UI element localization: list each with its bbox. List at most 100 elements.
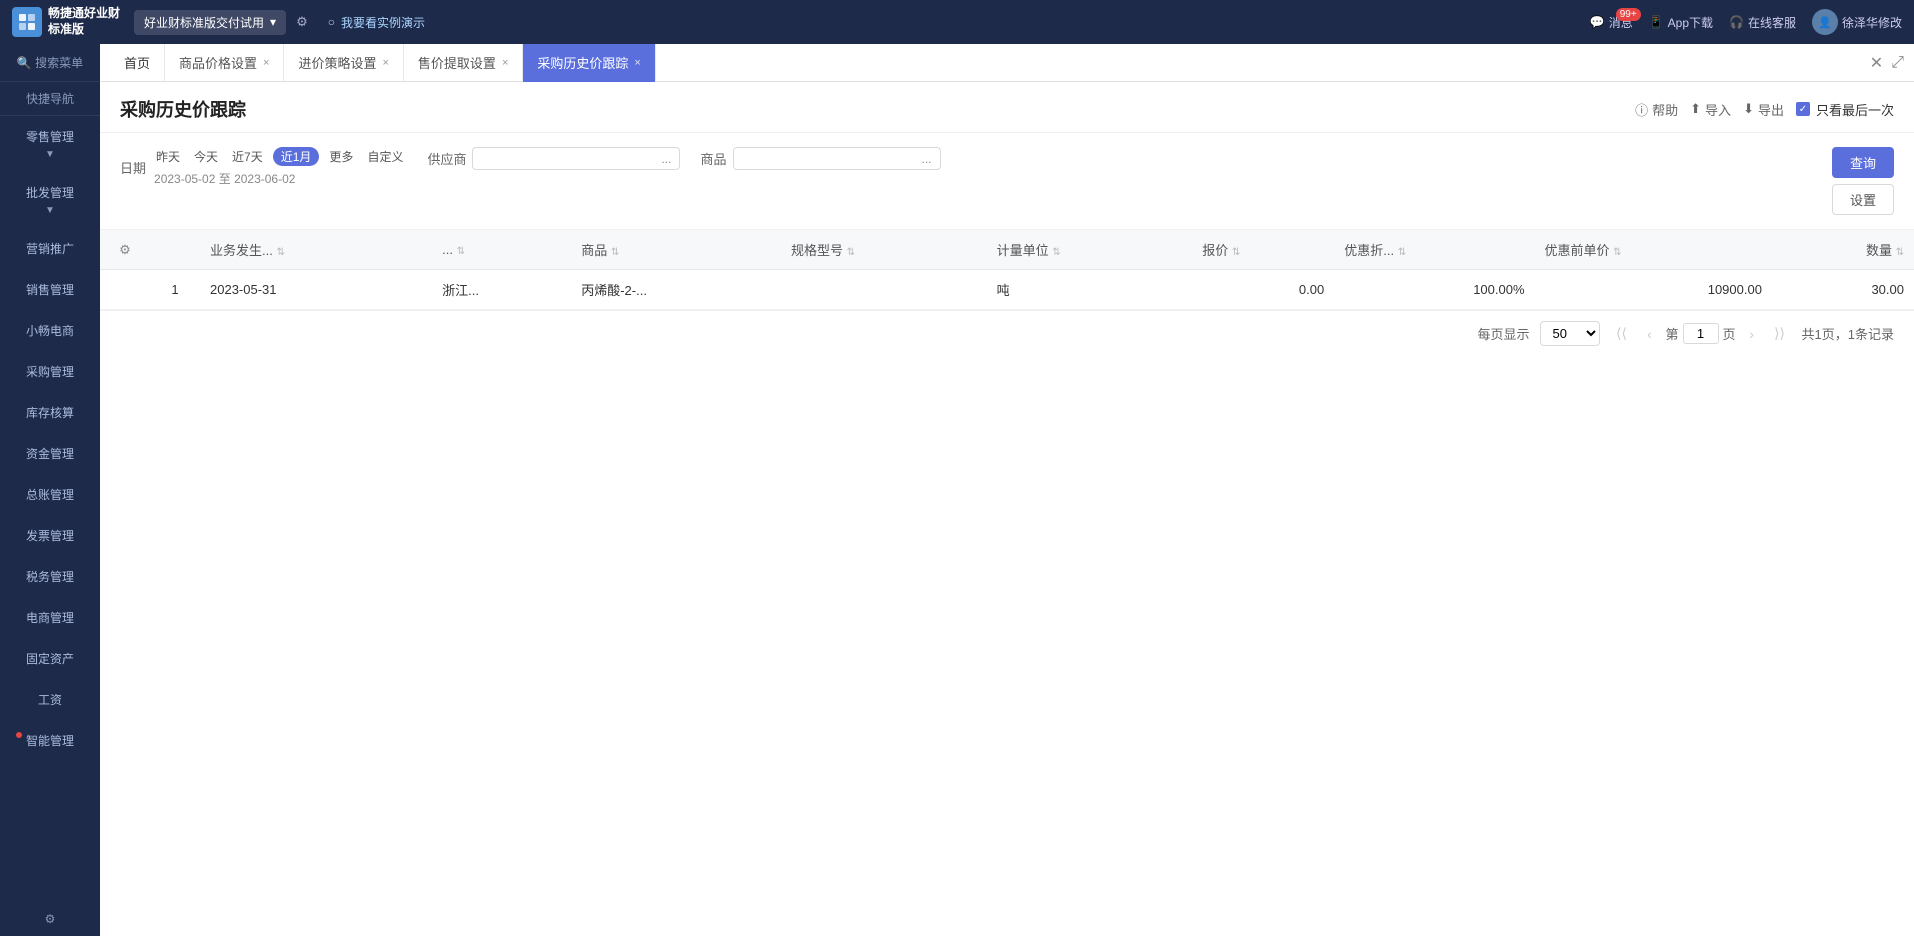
query-btn[interactable]: 查询 bbox=[1832, 147, 1894, 178]
only-last-checkbox[interactable]: ✓ 只看最后一次 bbox=[1796, 100, 1894, 119]
import-btn[interactable]: ⬆ 导入 bbox=[1690, 100, 1731, 119]
demo-btn[interactable]: ○ 我要看实例演示 bbox=[328, 14, 425, 31]
sidebar-item-smart[interactable]: 智能管理 bbox=[0, 720, 100, 761]
filter-settings-btn[interactable]: 设置 bbox=[1832, 184, 1894, 215]
export-btn[interactable]: ⬇ 导出 bbox=[1743, 100, 1784, 119]
topbar-settings-btn[interactable]: ⚙ bbox=[296, 14, 308, 30]
sidebar-item-label: 营销推广 bbox=[26, 240, 74, 257]
user-menu-btn[interactable]: 👤 徐泽华修改 bbox=[1812, 9, 1902, 35]
date-btn-1month[interactable]: 近1月 bbox=[273, 147, 320, 166]
per-page-select[interactable]: 50 10 20 100 bbox=[1540, 321, 1600, 346]
total-info: 共1页，1条记录 bbox=[1802, 324, 1894, 343]
page-actions: ⓘ 帮助 ⬆ 导入 ⬇ 导出 ✓ 只看最后一次 bbox=[1635, 100, 1894, 119]
product-more-btn[interactable]: ... bbox=[922, 152, 932, 166]
date-btn-7days[interactable]: 近7天 bbox=[228, 147, 267, 166]
online-service-btn[interactable]: 🎧 在线客服 bbox=[1729, 14, 1796, 31]
help-btn[interactable]: ⓘ 帮助 bbox=[1635, 100, 1678, 119]
col-spec[interactable]: 规格型号 ⇅ bbox=[781, 230, 987, 270]
sidebar-item-sales[interactable]: 销售管理 bbox=[0, 269, 100, 310]
supplier-input-wrap: ... bbox=[472, 147, 680, 170]
search-icon: 🔍 bbox=[17, 56, 32, 70]
page-next-btn[interactable]: › bbox=[1740, 322, 1764, 346]
version-selector[interactable]: 好业财标准版交付试用 ▾ bbox=[134, 10, 286, 35]
table-row[interactable]: 12023-05-31浙江...丙烯酸-2-...吨0.00100.00%109… bbox=[100, 270, 1914, 310]
sidebar-item-invoice[interactable]: 发票管理 bbox=[0, 515, 100, 556]
cell-spec bbox=[781, 270, 987, 310]
tab-close-btn[interactable]: × bbox=[634, 57, 640, 69]
tab-close-btn[interactable]: × bbox=[382, 57, 388, 69]
date-quick-btns: 昨天 今天 近7天 近1月 更多 自定义 bbox=[152, 147, 407, 166]
tab-close-btn[interactable]: × bbox=[502, 57, 508, 69]
tab-selling_price[interactable]: 售价提取设置× bbox=[404, 44, 523, 82]
col-quantity[interactable]: 数量 ⇅ bbox=[1772, 230, 1914, 270]
tab-purchase_history[interactable]: 采购历史价跟踪× bbox=[523, 44, 655, 82]
sidebar-item-marketing[interactable]: 营销推广 bbox=[0, 228, 100, 269]
gear-col-icon[interactable]: ⚙ bbox=[119, 242, 131, 257]
sidebar-item-retail[interactable]: 零售管理▼ bbox=[0, 116, 100, 172]
sidebar-item-label: 批发管理 bbox=[26, 184, 74, 201]
col-unit[interactable]: 计量单位 ⇅ bbox=[987, 230, 1193, 270]
tab-close-btn[interactable]: × bbox=[263, 57, 269, 69]
page-number-input[interactable] bbox=[1683, 323, 1719, 344]
col-gear: ⚙ bbox=[100, 230, 150, 270]
app-download-btn[interactable]: 📱 App下载 bbox=[1649, 14, 1713, 31]
col-quote[interactable]: 报价 ⇅ bbox=[1192, 230, 1334, 270]
tab-label: 首页 bbox=[124, 53, 150, 72]
sidebar-item-wholesale[interactable]: 批发管理▼ bbox=[0, 172, 100, 228]
cell-quote: 0.00 bbox=[1192, 270, 1334, 310]
notification-dot bbox=[16, 732, 22, 738]
sidebar-item-inventory[interactable]: 库存核算 bbox=[0, 392, 100, 433]
sidebar-item-purchase[interactable]: 采购管理 bbox=[0, 351, 100, 392]
sidebar-item-fixed_assets[interactable]: 固定资产 bbox=[0, 638, 100, 679]
message-icon: 💬 bbox=[1590, 15, 1605, 29]
sidebar-item-general_ledger[interactable]: 总账管理 bbox=[0, 474, 100, 515]
col-date[interactable]: 业务发生... ⇅ bbox=[200, 230, 432, 270]
sidebar-item-ecommerce_small[interactable]: 小畅电商 bbox=[0, 310, 100, 351]
col-more[interactable]: ... ⇅ bbox=[432, 230, 571, 270]
sidebar-item-salary[interactable]: 工资 bbox=[0, 679, 100, 720]
tab-home[interactable]: 首页 bbox=[110, 44, 165, 82]
export-icon: ⬇ bbox=[1743, 101, 1754, 117]
sidebar-quick-nav[interactable]: 快捷导航 bbox=[0, 82, 100, 116]
date-btn-custom[interactable]: 自定义 bbox=[363, 147, 407, 166]
supplier-more-btn[interactable]: ... bbox=[661, 152, 671, 166]
sidebar-item-tax[interactable]: 税务管理 bbox=[0, 556, 100, 597]
supplier-input[interactable] bbox=[481, 151, 657, 166]
supplier-label: 供应商 bbox=[427, 149, 466, 168]
product-input[interactable] bbox=[742, 151, 918, 166]
sidebar-item-label: 库存核算 bbox=[26, 404, 74, 421]
cell-gear bbox=[100, 270, 150, 310]
help-icon: ⓘ bbox=[1635, 100, 1648, 119]
expand-tab-btn[interactable]: ⤢ bbox=[1891, 54, 1904, 72]
page-first-btn[interactable]: ⟨⟨ bbox=[1610, 322, 1634, 346]
col-product[interactable]: 商品 ⇅ bbox=[571, 230, 781, 270]
demo-icon: ○ bbox=[328, 15, 335, 29]
avatar: 👤 bbox=[1812, 9, 1838, 35]
cell-supplier: 浙江... bbox=[432, 270, 571, 310]
sidebar-item-label: 电商管理 bbox=[26, 609, 74, 626]
col-pre-discount-price[interactable]: 优惠前单价 ⇅ bbox=[1535, 230, 1772, 270]
messages-btn[interactable]: 💬 消息 99+ bbox=[1590, 14, 1633, 31]
sidebar-item-ecommerce[interactable]: 电商管理 bbox=[0, 597, 100, 638]
gear-icon: ⚙ bbox=[45, 912, 56, 926]
sidebar: 🔍 搜索菜单 快捷导航 零售管理▼批发管理▼ 营销推广销售管理小畅电商采购管理库存… bbox=[0, 44, 100, 936]
col-discount[interactable]: 优惠折... ⇅ bbox=[1334, 230, 1534, 270]
sidebar-item-label: 发票管理 bbox=[26, 527, 74, 544]
date-btn-more[interactable]: 更多 bbox=[325, 147, 357, 166]
tab-end-buttons: ✕ ⤢ bbox=[1870, 53, 1904, 73]
page-prev-btn[interactable]: ‹ bbox=[1638, 322, 1662, 346]
date-label: 日期 bbox=[120, 158, 146, 177]
page-last-btn[interactable]: ⟩⟩ bbox=[1768, 322, 1792, 346]
tab-label: 进价策略设置 bbox=[298, 53, 376, 72]
close-tab-btn[interactable]: ✕ bbox=[1870, 53, 1883, 73]
sidebar-settings-btn[interactable]: ⚙ bbox=[0, 902, 100, 936]
date-btn-today[interactable]: 今天 bbox=[190, 147, 222, 166]
version-label: 好业财标准版交付试用 bbox=[144, 14, 264, 31]
sidebar-search[interactable]: 🔍 搜索菜单 bbox=[0, 44, 100, 82]
tab-purchase_strategy[interactable]: 进价策略设置 × bbox=[284, 44, 403, 82]
tab-product_price[interactable]: 商品价格设置× bbox=[165, 44, 284, 82]
cell-pre-discount-price: 10900.00 bbox=[1535, 270, 1772, 310]
date-btn-yesterday[interactable]: 昨天 bbox=[152, 147, 184, 166]
tab-bar: 首页商品价格设置×进价策略设置×售价提取设置×采购历史价跟踪× ✕ ⤢ bbox=[100, 44, 1914, 82]
sidebar-item-finance[interactable]: 资金管理 bbox=[0, 433, 100, 474]
